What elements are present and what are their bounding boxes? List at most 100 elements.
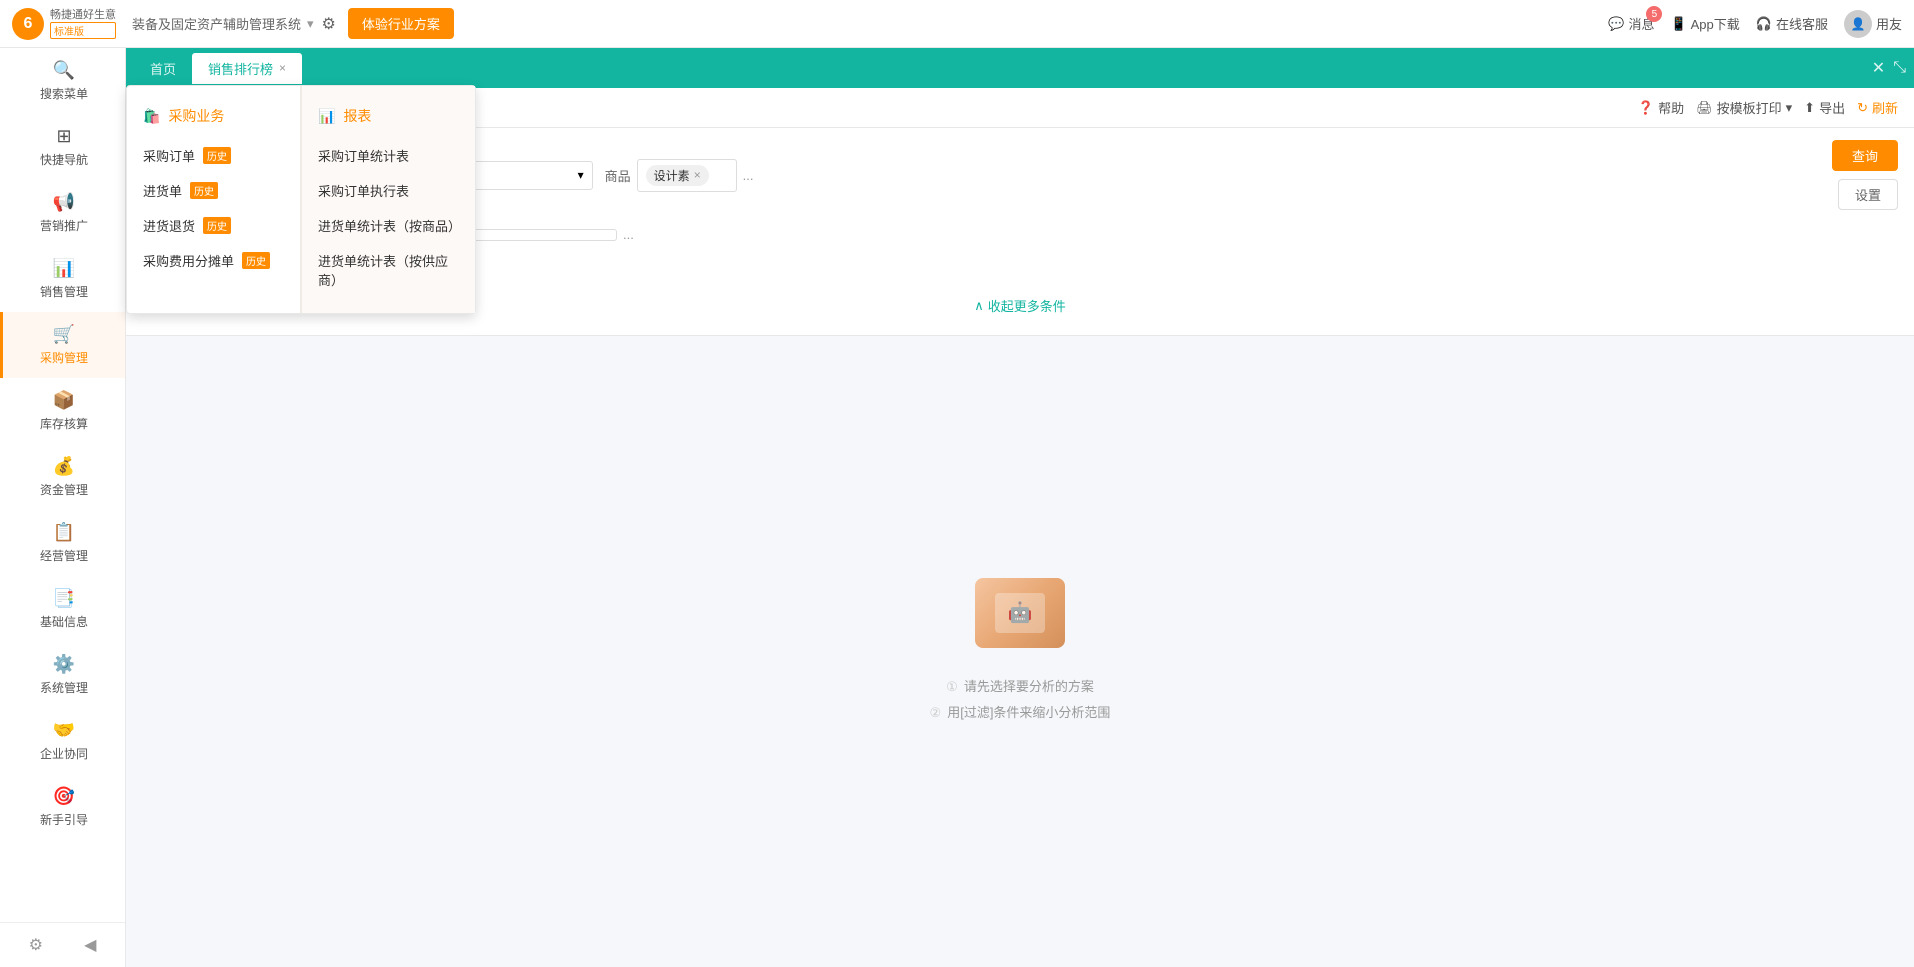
sidebar-item-label-quicknav: 快捷导航 [40,151,88,168]
box-icon: 📦 [53,390,75,411]
message-action[interactable]: 💬 消息 5 [1608,14,1654,33]
tab-bar: 首页 销售排行榜 × ✕ ⤡ [126,48,1914,88]
dropdown-item-purchase-fee[interactable]: 采购费用分摊单 历史 [127,243,300,278]
gear-icon: ⚙️ [53,654,75,675]
sidebar-item-label-purchase: 采购管理 [40,349,88,366]
tab-close-icon[interactable]: × [279,61,286,75]
logo-icon: 6 [12,8,44,40]
dropdown-item-inbound-stat-goods[interactable]: 进货单统计表（按商品） [302,208,475,243]
purchase-order-label: 采购订单 [143,146,195,165]
main-content: 🤖 ① 请先选择要分析的方案 ② 用[过滤]条件来缩小分析范围 [126,336,1914,967]
collapse-label: 收起更多条件 [988,296,1066,315]
clipboard-icon: 📋 [53,522,75,543]
collapse-sidebar-icon[interactable]: ◀ [84,935,96,955]
tab-sales-rank[interactable]: 销售排行榜 × [192,53,302,84]
export-label: 导出 [1819,98,1845,117]
empty-state: 🤖 ① 请先选择要分析的方案 ② 用[过滤]条件来缩小分析范围 [930,578,1111,726]
goods-tag-close-icon[interactable]: × [694,168,701,182]
print-dropdown-icon: ▾ [1786,100,1793,116]
megaphone-icon: 📢 [53,192,75,213]
handshake-icon: 🤝 [53,720,75,741]
tab-close-window-icon[interactable]: ✕ [1872,58,1885,78]
setting-button[interactable]: 设置 [1838,179,1898,210]
sidebar-item-sales[interactable]: 📊 销售管理 [0,246,125,312]
app-download-action[interactable]: 📱 App下载 [1670,14,1739,33]
report-col: 📊 报表 采购订单统计表 采购订单执行表 进货单统计表（按商品） 进货单统计表（… [301,86,475,313]
inbound-return-label: 进货退货 [143,216,195,235]
sidebar-item-quicknav[interactable]: ⊞ 快捷导航 [0,114,125,180]
message-badge: 5 [1646,6,1662,22]
empty-robot-icon: 🤖 [1008,600,1033,625]
goods-dots[interactable]: ... [743,168,754,183]
query-button[interactable]: 查询 [1832,140,1898,171]
chart-icon: 📊 [53,258,75,279]
logo-brand: 畅捷通好生意 [50,8,116,22]
sidebar-item-purchase[interactable]: 🛒 采购管理 [0,312,125,378]
system-dropdown-icon[interactable]: ▾ [307,16,314,32]
purchase-business-col: 🛍️ 采购业务 采购订单 历史 进货单 历史 进货退货 历史 采购费用分摊单 历… [127,86,300,313]
user-action[interactable]: 👤 用友 [1844,10,1902,38]
print-label: 按模板打印 [1717,98,1782,117]
sidebar-item-guide[interactable]: 🎯 新手引导 [0,774,125,840]
sidebar-item-label-basic: 基础信息 [40,613,88,630]
doc-status-dropdown-icon: ▾ [578,168,584,182]
sidebar: 🔍 搜索菜单 ⊞ 快捷导航 📢 营销推广 📊 销售管理 🛒 采购管理 📦 [0,48,126,967]
empty-step1: 请先选择要分析的方案 [964,674,1094,700]
online-service-label: 在线客服 [1776,14,1828,33]
export-action[interactable]: ⬆ 导出 [1804,98,1845,117]
dropdown-item-purchase-order-exec[interactable]: 采购订单执行表 [302,173,475,208]
salesperson-dots[interactable]: ... [623,227,634,242]
step1-num: ① [946,674,958,700]
sidebar-item-basic[interactable]: 📑 基础信息 [0,576,125,642]
goods-input[interactable]: 设计素 × [637,159,737,192]
settings-bottom-icon[interactable]: ⚙ [29,935,43,955]
tab-bar-actions: ✕ ⤡ [1864,58,1906,78]
goods-filter-group: 商品 设计素 × ... [605,159,754,192]
top-bar: 6 畅捷通好生意 标准版 装备及固定资产辅助管理系统 ▾ ⚙ 体验行业方案 💬 … [0,0,1914,48]
purchase-business-icon: 🛍️ [143,108,160,125]
sidebar-item-search[interactable]: 🔍 搜索菜单 [0,48,125,114]
inbound-history-tag: 历史 [190,182,218,199]
help-label: 帮助 [1658,98,1684,117]
sidebar-item-enterprise[interactable]: 🤝 企业协同 [0,708,125,774]
top-bar-right: 💬 消息 5 📱 App下载 🎧 在线客服 👤 用友 [1608,10,1902,38]
purchase-fee-history-tag: 历史 [242,252,270,269]
report-header: 📊 报表 [302,102,475,138]
inbound-stat-supplier-label: 进货单统计表（按供应商） [318,251,459,289]
export-icon: ⬆ [1804,100,1815,116]
sidebar-item-label-marketing: 营销推广 [40,217,88,234]
help-action[interactable]: ❓ 帮助 [1638,98,1684,117]
dropdown-item-inbound-return[interactable]: 进货退货 历史 [127,208,300,243]
dropdown-item-inbound-stat-supplier[interactable]: 进货单统计表（按供应商） [302,243,475,297]
sidebar-item-inventory[interactable]: 📦 库存核算 [0,378,125,444]
sidebar-item-operation[interactable]: 📋 经营管理 [0,510,125,576]
refresh-label: 刷新 [1872,98,1898,117]
search-icon: 🔍 [53,60,75,81]
user-label: 用友 [1876,14,1902,33]
collapse-btn[interactable]: ∧ 收起更多条件 [974,288,1066,323]
purchase-order-exec-label: 采购订单执行表 [318,181,409,200]
right-btn-group: 查询 设置 [1832,140,1898,210]
empty-state-image: 🤖 [970,578,1070,658]
purchase-dropdown-menu: 🛍️ 采购业务 采购订单 历史 进货单 历史 进货退货 历史 采购费用分摊单 历… [126,85,476,314]
refresh-action[interactable]: ↻ 刷新 [1857,98,1898,117]
online-service-action[interactable]: 🎧 在线客服 [1756,14,1828,33]
sidebar-item-marketing[interactable]: 📢 营销推广 [0,180,125,246]
industry-btn[interactable]: 体验行业方案 [348,8,454,39]
sidebar-bottom: ⚙ ◀ [0,922,125,967]
dropdown-item-inbound[interactable]: 进货单 历史 [127,173,300,208]
dropdown-item-purchase-order-stat[interactable]: 采购订单统计表 [302,138,475,173]
sidebar-item-label-system: 系统管理 [40,679,88,696]
dropdown-item-purchase-order[interactable]: 采购订单 历史 [127,138,300,173]
app-download-label: App下载 [1691,14,1740,33]
sidebar-item-capital[interactable]: 💰 资金管理 [0,444,125,510]
purchase-fee-label: 采购费用分摊单 [143,251,234,270]
tab-maximize-icon[interactable]: ⤡ [1893,59,1906,77]
logo-edition: 标准版 [50,22,116,39]
print-action[interactable]: 🖨 按模板打印 ▾ [1696,98,1792,117]
sidebar-item-label-search: 搜索菜单 [40,85,88,102]
tab-home[interactable]: 首页 [134,53,192,84]
report-title: 报表 [343,106,371,126]
system-settings-icon[interactable]: ⚙ [322,14,336,34]
sidebar-item-system[interactable]: ⚙️ 系统管理 [0,642,125,708]
